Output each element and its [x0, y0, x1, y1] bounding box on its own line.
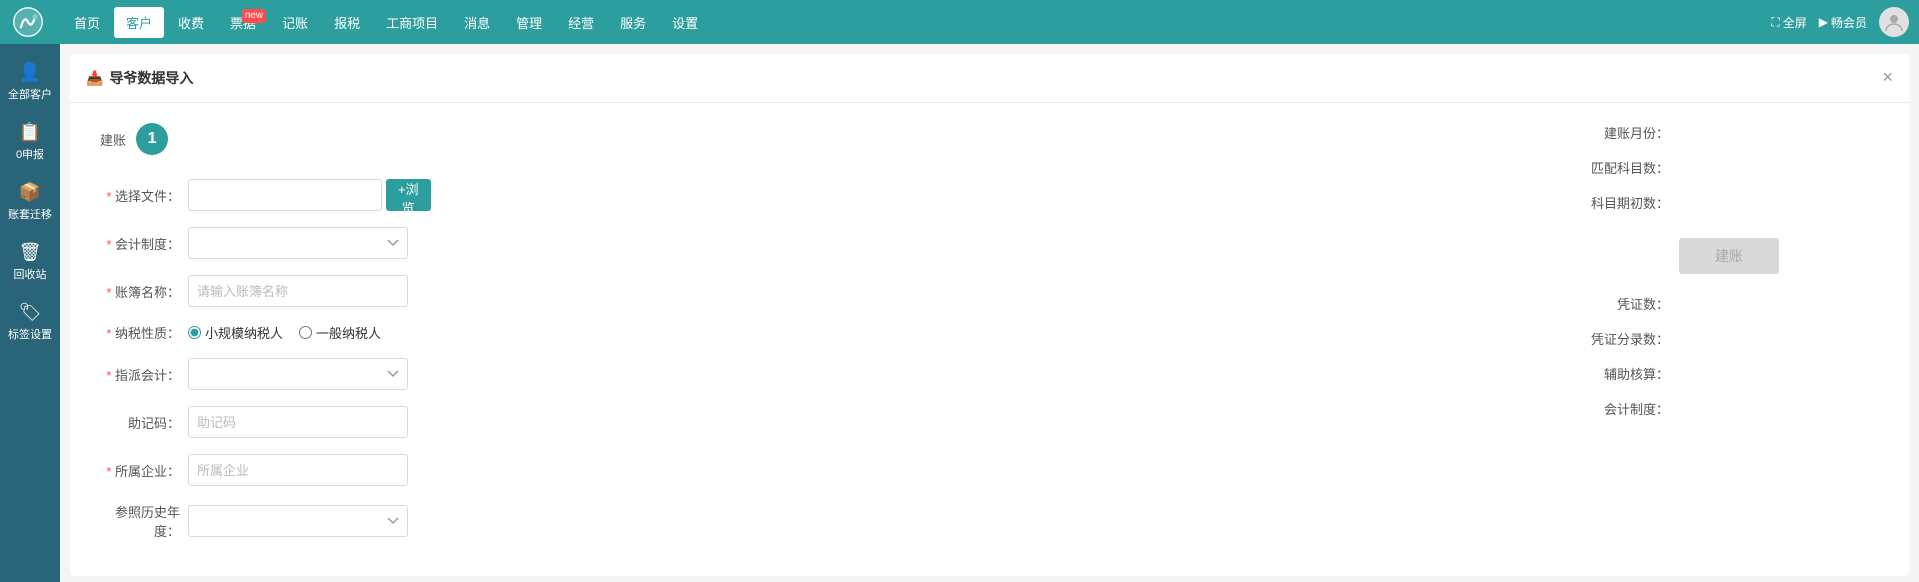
accounting-system-row: * 会计制度： [100, 227, 1539, 259]
reference-year-select[interactable] [188, 505, 408, 537]
top-nav: 首页 客户 收费 票据 new 记账 报税 工商项目 消息 管理 经营 服务 设… [0, 0, 1919, 44]
main-layout: 👤 全部客户 📋 0申报 📦 账套迁移 🗑 回收站 🏷 标签设置 📥 导爷数据导… [0, 44, 1919, 582]
reference-year-row: 参照历史年度： [100, 502, 1539, 540]
nav-tax[interactable]: 报税 [322, 7, 372, 38]
file-input-wrap: +浏览 [188, 179, 408, 211]
nav-fee[interactable]: 收费 [166, 7, 216, 38]
accounting-system-select[interactable] [188, 227, 408, 259]
voucher-num-row: 凭证数： [1579, 294, 1879, 313]
build-month-row: 建账月份： [1579, 123, 1879, 142]
ledger-name-row: * 账簿名称： [100, 275, 1539, 307]
nav-items: 首页 客户 收费 票据 new 记账 报税 工商项目 消息 管理 经营 服务 设… [62, 7, 1771, 38]
sidebar-item-declare[interactable]: 📋 0申报 [0, 114, 60, 170]
tax-type-radio-group: 小规模纳税人 一般纳税人 [188, 323, 381, 342]
build-account-button[interactable]: 建账 [1679, 238, 1779, 274]
sidebar-item-tag-settings[interactable]: 🏷 标签设置 [0, 294, 60, 350]
memo-code-label: 助记码： [100, 413, 180, 432]
nav-manage[interactable]: 管理 [504, 7, 554, 38]
declare-icon: 📋 [19, 122, 41, 143]
sidebar-item-label: 回收站 [14, 266, 47, 282]
account-migrate-icon: 📦 [19, 182, 41, 203]
dialog-body: 建账 1 * 选择文件： +浏览 [70, 103, 1909, 576]
nav-message[interactable]: 消息 [452, 7, 502, 38]
avatar[interactable] [1879, 7, 1909, 37]
ledger-name-input[interactable] [188, 275, 408, 307]
new-badge: new [242, 9, 266, 23]
form-left: 建账 1 * 选择文件： +浏览 [100, 123, 1539, 556]
form-layout: 建账 1 * 选择文件： +浏览 [100, 123, 1879, 556]
member-icon: ▶ [1819, 15, 1828, 29]
sidebar-item-recycle[interactable]: 🗑 回收站 [0, 234, 60, 290]
tax-type-label: * 纳税性质： [100, 323, 180, 342]
memo-code-row: 助记码： [100, 406, 1539, 438]
app-logo [10, 4, 46, 40]
step-row: 建账 1 [100, 123, 1539, 155]
dialog-close-button[interactable]: × [1882, 68, 1893, 86]
all-customers-icon: 👤 [19, 62, 41, 83]
memo-code-input[interactable] [188, 406, 408, 438]
affiliated-company-input[interactable] [188, 454, 408, 486]
tag-settings-icon: 🏷 [19, 302, 42, 323]
sidebar-item-label: 标签设置 [8, 326, 52, 342]
accounting-system-label: * 会计制度： [100, 234, 180, 253]
subject-init-bal-row: 科目期初数： [1579, 193, 1879, 212]
sidebar-item-label: 账套迁移 [8, 206, 52, 222]
ledger-name-label: * 账簿名称： [100, 282, 180, 301]
member-button[interactable]: ▶ 畅会员 [1819, 14, 1867, 31]
sidebar-item-label: 全部客户 [8, 86, 52, 102]
assign-accountant-row: * 指派会计： [100, 358, 1539, 390]
tax-type-row: * 纳税性质： 小规模纳税人 一般纳税人 [100, 323, 1539, 342]
file-input[interactable] [188, 179, 382, 211]
browse-button[interactable]: +浏览 [386, 179, 431, 211]
assign-accountant-select[interactable] [188, 358, 408, 390]
nav-settings[interactable]: 设置 [660, 7, 710, 38]
nav-ledger[interactable]: 记账 [270, 7, 320, 38]
sidebar-item-label: 0申报 [16, 146, 44, 162]
file-select-row: * 选择文件： +浏览 [100, 179, 1539, 211]
general-taxpayer-radio[interactable]: 一般纳税人 [299, 323, 381, 342]
nav-home[interactable]: 首页 [62, 7, 112, 38]
accounting-system-right-row: 会计制度： [1579, 399, 1879, 418]
fullscreen-button[interactable]: ⛶ 全屏 [1771, 14, 1806, 31]
dialog-title: 📥 导爷数据导入 [70, 54, 1909, 103]
affiliated-company-row: * 所属企业： [100, 454, 1539, 486]
nav-business[interactable]: 工商项目 [374, 7, 450, 38]
file-label: * 选择文件： [100, 186, 180, 205]
nav-customer[interactable]: 客户 [114, 7, 164, 38]
sidebar: 👤 全部客户 📋 0申报 📦 账套迁移 🗑 回收站 🏷 标签设置 [0, 44, 60, 582]
voucher-entries-row: 凭证分录数： [1579, 329, 1879, 348]
sidebar-item-account-migrate[interactable]: 📦 账套迁移 [0, 174, 60, 230]
content-area: 📥 导爷数据导入 × 建账 1 [60, 44, 1919, 582]
recycle-icon: 🗑 [19, 242, 42, 263]
fullscreen-icon: ⛶ [1771, 15, 1779, 30]
assign-accountant-label: * 指派会计： [100, 365, 180, 384]
dialog: 📥 导爷数据导入 × 建账 1 [70, 54, 1909, 576]
nav-operation[interactable]: 经营 [556, 7, 606, 38]
sidebar-item-all-customers[interactable]: 👤 全部客户 [0, 54, 60, 110]
import-icon: 📥 [86, 70, 103, 87]
right-panel: 建账月份： 匹配科目数： 科目期初数： 建账 [1579, 123, 1879, 556]
nav-invoice[interactable]: 票据 new [218, 7, 268, 38]
nav-service[interactable]: 服务 [608, 7, 658, 38]
step-label: 建账 [100, 130, 126, 149]
affiliated-company-label: * 所属企业： [100, 461, 180, 480]
step-circle: 1 [136, 123, 168, 155]
match-subject-row: 匹配科目数： [1579, 158, 1879, 177]
aux-calc-row: 辅助核算： [1579, 364, 1879, 383]
nav-right: ⛶ 全屏 ▶ 畅会员 [1771, 7, 1909, 37]
reference-year-label: 参照历史年度： [100, 502, 180, 540]
small-taxpayer-radio[interactable]: 小规模纳税人 [188, 323, 283, 342]
